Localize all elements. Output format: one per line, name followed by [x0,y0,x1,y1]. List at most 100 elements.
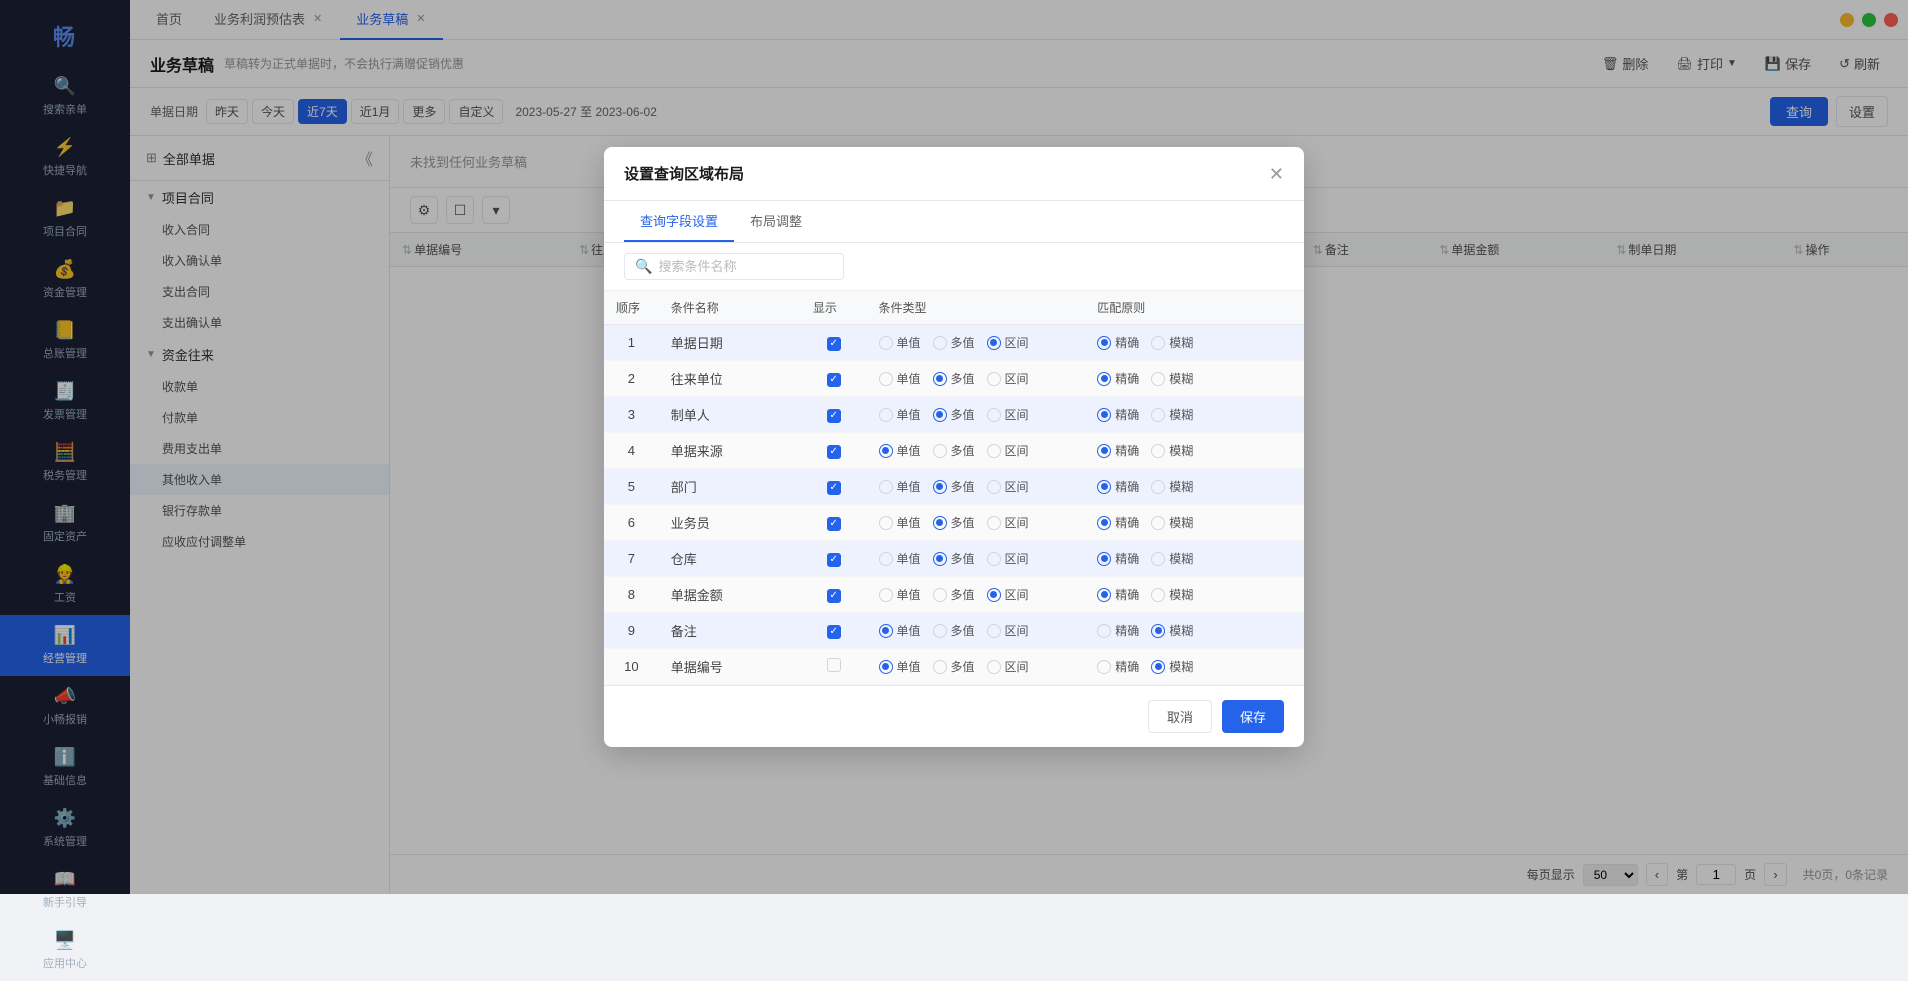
radio-match-circle-fuzzy-5 [1151,516,1165,530]
radio-type-range-6[interactable]: 区间 [987,550,1029,567]
radio-match-fuzzy-3[interactable]: 模糊 [1151,442,1193,459]
row-show-1[interactable] [801,361,867,397]
cancel-button[interactable]: 取消 [1148,700,1212,733]
radio-type-range-2[interactable]: 区间 [987,406,1029,423]
row-order-9: 10 [604,649,659,685]
row-type-7: 单值多值区间 [867,577,1086,613]
row-match-2: 精确模糊 [1085,397,1304,433]
checkbox-5[interactable] [827,517,841,531]
radio-match-circle-exact-0 [1097,336,1111,350]
modal-tab-layout[interactable]: 布局调整 [734,201,818,242]
modal-row-3: 4单据来源单值多值区间精确模糊 [604,433,1304,469]
row-match-3: 精确模糊 [1085,433,1304,469]
modal-row-5: 6业务员单值多值区间精确模糊 [604,505,1304,541]
radio-type-single-9[interactable]: 单值 [879,658,921,675]
radio-match-exact-8[interactable]: 精确 [1097,622,1139,639]
radio-circle-single-0 [879,336,893,350]
radio-match-fuzzy-0[interactable]: 模糊 [1151,334,1193,351]
radio-match-fuzzy-1[interactable]: 模糊 [1151,370,1193,387]
row-show-0[interactable] [801,325,867,361]
search-icon: 🔍 [635,258,652,275]
radio-type-range-1[interactable]: 区间 [987,370,1029,387]
row-show-3[interactable] [801,433,867,469]
radio-match-fuzzy-4[interactable]: 模糊 [1151,478,1193,495]
checkbox-8[interactable] [827,625,841,639]
radio-type-range-0[interactable]: 区间 [987,334,1029,351]
radio-match-exact-9[interactable]: 精确 [1097,658,1139,675]
checkbox-4[interactable] [827,481,841,495]
radio-match-exact-3[interactable]: 精确 [1097,442,1139,459]
row-match-4: 精确模糊 [1085,469,1304,505]
radio-match-exact-4[interactable]: 精确 [1097,478,1139,495]
radio-type-multiple-6[interactable]: 多值 [933,550,975,567]
radio-type-range-9[interactable]: 区间 [987,658,1029,675]
radio-match-exact-5[interactable]: 精确 [1097,514,1139,531]
row-show-8[interactable] [801,613,867,649]
radio-match-fuzzy-9[interactable]: 模糊 [1151,658,1193,675]
row-show-5[interactable] [801,505,867,541]
modal-close-btn[interactable]: ✕ [1269,165,1284,183]
radio-type-multiple-8[interactable]: 多值 [933,622,975,639]
radio-type-single-2[interactable]: 单值 [879,406,921,423]
row-show-9[interactable] [801,649,867,685]
row-show-4[interactable] [801,469,867,505]
row-name-8: 备注 [659,613,801,649]
radio-type-multiple-5[interactable]: 多值 [933,514,975,531]
radio-type-multiple-9[interactable]: 多值 [933,658,975,675]
checkbox-6[interactable] [827,553,841,567]
radio-type-multiple-7[interactable]: 多值 [933,586,975,603]
radio-type-single-6[interactable]: 单值 [879,550,921,567]
radio-match-exact-0[interactable]: 精确 [1097,334,1139,351]
radio-circle-range-8 [987,624,1001,638]
radio-match-fuzzy-8[interactable]: 模糊 [1151,622,1193,639]
radio-match-exact-1[interactable]: 精确 [1097,370,1139,387]
save-button[interactable]: 保存 [1222,700,1284,733]
radio-type-single-7[interactable]: 单值 [879,586,921,603]
radio-type-multiple-3[interactable]: 多值 [933,442,975,459]
row-show-2[interactable] [801,397,867,433]
radio-type-single-8[interactable]: 单值 [879,622,921,639]
checkbox-9[interactable] [827,658,841,672]
row-name-2: 制单人 [659,397,801,433]
radio-match-fuzzy-5[interactable]: 模糊 [1151,514,1193,531]
checkbox-0[interactable] [827,337,841,351]
radio-type-multiple-1[interactable]: 多值 [933,370,975,387]
modal-table-body: 1单据日期单值多值区间精确模糊2往来单位单值多值区间精确模糊3制单人单值多值区间… [604,325,1304,685]
col-header-type: 条件类型 [867,291,1086,325]
radio-match-fuzzy-6[interactable]: 模糊 [1151,550,1193,567]
sidebar-item-14[interactable]: 🖥️应用中心 [0,920,130,981]
radio-type-single-0[interactable]: 单值 [879,334,921,351]
radio-type-multiple-0[interactable]: 多值 [933,334,975,351]
radio-type-single-3[interactable]: 单值 [879,442,921,459]
checkbox-7[interactable] [827,589,841,603]
radio-circle-single-1 [879,372,893,386]
radio-type-single-1[interactable]: 单值 [879,370,921,387]
radio-match-fuzzy-7[interactable]: 模糊 [1151,586,1193,603]
radio-match-exact-2[interactable]: 精确 [1097,406,1139,423]
radio-type-range-4[interactable]: 区间 [987,478,1029,495]
modal-overlay[interactable]: 设置查询区域布局 ✕ 查询字段设置 布局调整 🔍 顺序 条件名称 显示 条件类型 [0,0,1908,894]
radio-type-multiple-2[interactable]: 多值 [933,406,975,423]
radio-circle-range-4 [987,480,1001,494]
radio-type-single-4[interactable]: 单值 [879,478,921,495]
radio-type-single-5[interactable]: 单值 [879,514,921,531]
checkbox-3[interactable] [827,445,841,459]
radio-type-range-7[interactable]: 区间 [987,586,1029,603]
row-show-6[interactable] [801,541,867,577]
radio-match-exact-6[interactable]: 精确 [1097,550,1139,567]
checkbox-1[interactable] [827,373,841,387]
radio-match-circle-fuzzy-9 [1151,660,1165,674]
radio-type-range-3[interactable]: 区间 [987,442,1029,459]
row-order-2: 3 [604,397,659,433]
row-match-1: 精确模糊 [1085,361,1304,397]
radio-type-range-5[interactable]: 区间 [987,514,1029,531]
radio-type-range-8[interactable]: 区间 [987,622,1029,639]
radio-match-exact-7[interactable]: 精确 [1097,586,1139,603]
checkbox-2[interactable] [827,409,841,423]
search-input[interactable] [658,259,828,274]
row-show-7[interactable] [801,577,867,613]
modal-tab-query[interactable]: 查询字段设置 [624,201,734,242]
radio-match-fuzzy-2[interactable]: 模糊 [1151,406,1193,423]
row-order-1: 2 [604,361,659,397]
radio-type-multiple-4[interactable]: 多值 [933,478,975,495]
